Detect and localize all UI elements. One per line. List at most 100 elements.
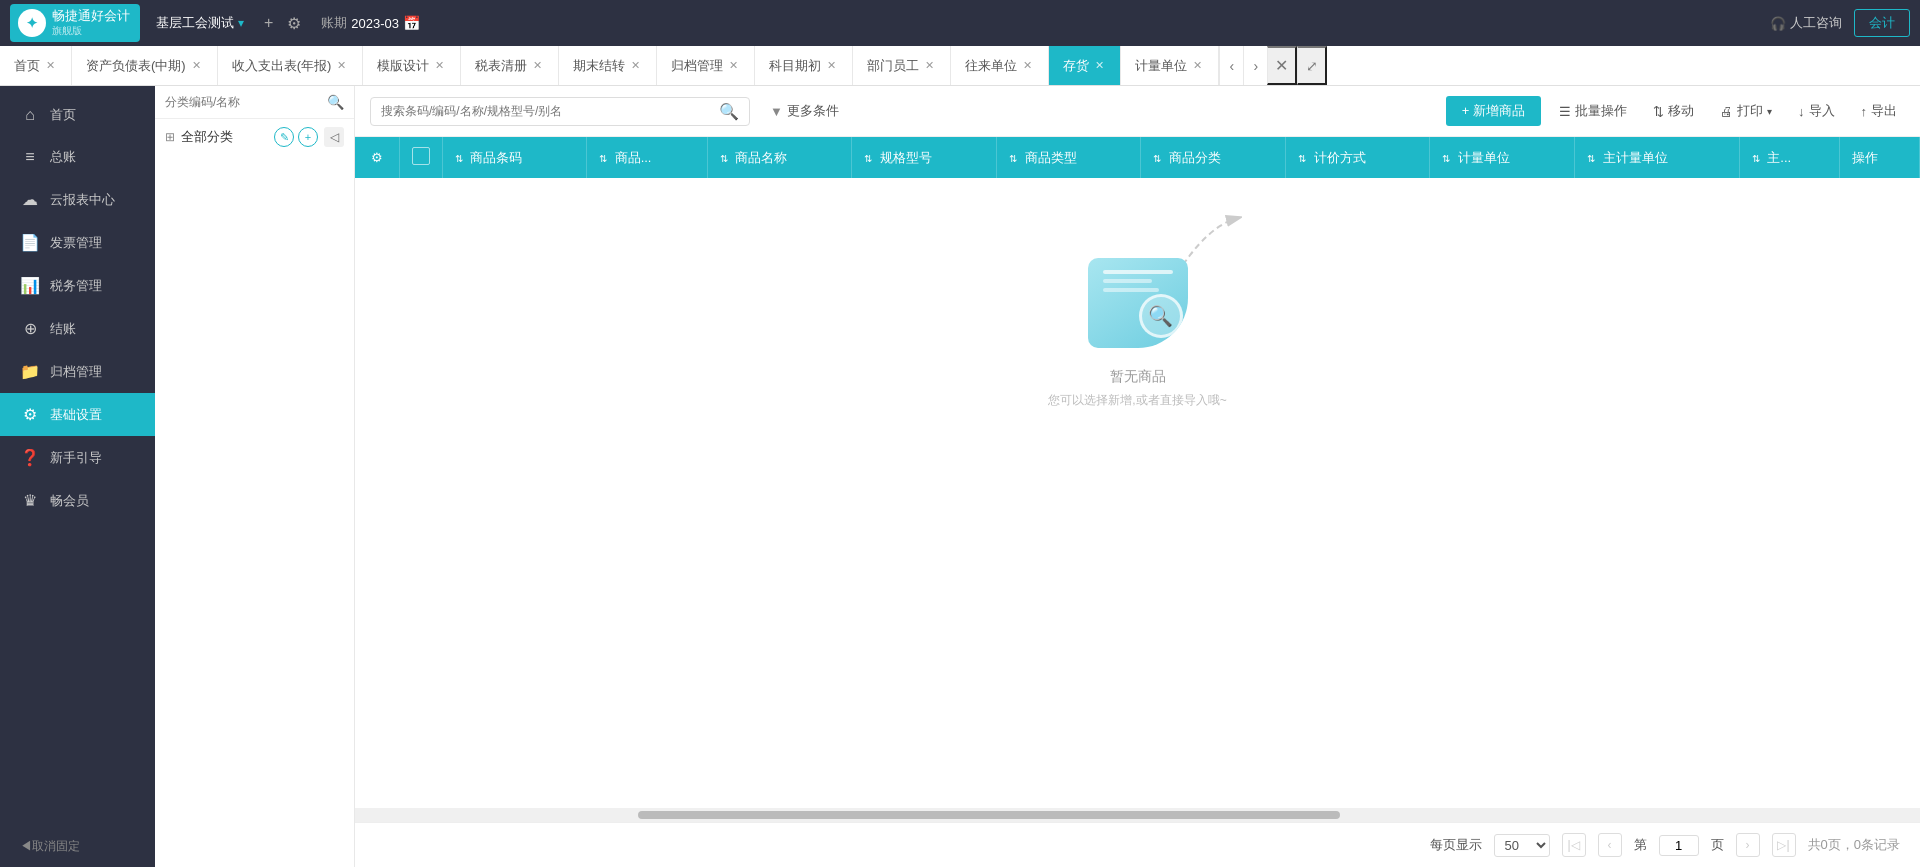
tab-close-icon[interactable]: ✕: [727, 58, 740, 73]
sidebar-item-basic-settings[interactable]: ⚙ 基础设置: [0, 393, 155, 436]
tab-close-icon[interactable]: ✕: [531, 58, 544, 73]
tab-close-icon[interactable]: ✕: [335, 58, 348, 73]
last-page-button[interactable]: ▷|: [1772, 833, 1796, 857]
sidebar-item-guide[interactable]: ❓ 新手引导: [0, 436, 155, 479]
tab-counterpart[interactable]: 往来单位 ✕: [951, 46, 1049, 85]
calendar-icon[interactable]: 📅: [403, 15, 420, 31]
tab-period-carry[interactable]: 期末结转 ✕: [559, 46, 657, 85]
tab-homepage[interactable]: 首页 ✕: [0, 46, 72, 85]
sidebar-item-cloud-reports[interactable]: ☁ 云报表中心: [0, 178, 155, 221]
tab-label: 期末结转: [573, 57, 625, 75]
tab-close-icon[interactable]: ✕: [433, 58, 446, 73]
archive-icon: 📁: [20, 362, 40, 381]
sidebar-item-tax[interactable]: 📊 税务管理: [0, 264, 155, 307]
sidebar-label: 新手引导: [50, 449, 102, 467]
tab-subject-initial[interactable]: 科目期初 ✕: [755, 46, 853, 85]
sidebar-item-closing[interactable]: ⊕ 结账: [0, 307, 155, 350]
tab-label: 收入支出表(年报): [232, 57, 332, 75]
account-button[interactable]: 会计: [1854, 9, 1910, 37]
settings-button[interactable]: ⚙: [283, 10, 305, 37]
category-search-input[interactable]: [165, 95, 321, 109]
empty-doc-icon: 🔍: [1088, 258, 1188, 348]
th-sort-icon[interactable]: ⇅: [720, 153, 728, 164]
tab-label: 资产负债表(中期): [86, 57, 186, 75]
tab-prev-button[interactable]: ‹: [1219, 46, 1243, 85]
tab-close-icon[interactable]: ✕: [44, 58, 57, 73]
tab-close-all-button[interactable]: ✕: [1267, 46, 1297, 85]
tab-template-design[interactable]: 模版设计 ✕: [363, 46, 461, 85]
sidebar-item-home[interactable]: ⌂ 首页: [0, 94, 155, 136]
sidebar-item-archive[interactable]: 📁 归档管理: [0, 350, 155, 393]
page-number-input[interactable]: [1659, 835, 1699, 856]
top-bar: ✦ 畅捷通好会计 旗舰版 基层工会测试 ▾ + ⚙ 账期 2023-03 📅 🎧…: [0, 0, 1920, 46]
sidebar-item-member[interactable]: ♛ 畅会员: [0, 479, 155, 522]
category-search-button[interactable]: 🔍: [327, 94, 344, 110]
product-search-icon[interactable]: 🔍: [719, 102, 739, 121]
batch-icon: ☰: [1559, 104, 1571, 119]
import-icon: ↓: [1798, 104, 1805, 119]
add-tab-button[interactable]: +: [260, 10, 277, 36]
tab-tax-table[interactable]: 税表清册 ✕: [461, 46, 559, 85]
sidebar-label: 首页: [50, 106, 76, 124]
tab-next-button[interactable]: ›: [1243, 46, 1267, 85]
edit-category-button[interactable]: ✎: [274, 127, 294, 147]
tab-income-statement[interactable]: 收入支出表(年报) ✕: [218, 46, 364, 85]
th-sort-icon[interactable]: ⇅: [1153, 153, 1161, 164]
tab-measurement-unit[interactable]: 计量单位 ✕: [1121, 46, 1219, 85]
tab-close-icon[interactable]: ✕: [1093, 58, 1106, 73]
tab-close-icon[interactable]: ✕: [1191, 58, 1204, 73]
scroll-thumb[interactable]: [638, 811, 1340, 819]
horizontal-scrollbar[interactable]: [355, 808, 1920, 822]
next-page-button[interactable]: ›: [1736, 833, 1760, 857]
unpin-button[interactable]: ◀取消固定: [0, 826, 155, 867]
export-button[interactable]: ↑ 导出: [1853, 98, 1906, 124]
th-sort-icon[interactable]: ⇅: [864, 153, 872, 164]
export-label: 导出: [1871, 102, 1897, 120]
main-layout: ⌂ 首页 ≡ 总账 ☁ 云报表中心 📄 发票管理 📊 税务管理 ⊕ 结账 📁 归…: [0, 86, 1920, 867]
sidebar-item-invoice[interactable]: 📄 发票管理: [0, 221, 155, 264]
app-name: 畅捷通好会计: [52, 8, 130, 24]
th-sort-icon[interactable]: ⇅: [1009, 153, 1017, 164]
tab-close-icon[interactable]: ✕: [825, 58, 838, 73]
tab-close-icon[interactable]: ✕: [923, 58, 936, 73]
product-search-input[interactable]: [381, 104, 713, 118]
th-checkbox[interactable]: [399, 137, 442, 178]
company-name: 基层工会测试: [156, 14, 234, 32]
tab-label: 部门员工: [867, 57, 919, 75]
sidebar-item-ledger[interactable]: ≡ 总账: [0, 136, 155, 178]
move-button[interactable]: ⇅ 移动: [1645, 98, 1702, 124]
th-sort-icon[interactable]: ⇅: [455, 153, 463, 164]
th-sort-icon[interactable]: ⇅: [1752, 153, 1760, 164]
add-category-button[interactable]: +: [298, 127, 318, 147]
tab-department-staff[interactable]: 部门员工 ✕: [853, 46, 951, 85]
import-button[interactable]: ↓ 导入: [1790, 98, 1843, 124]
th-unit: ⇅ 计量单位: [1430, 137, 1575, 178]
tab-close-icon[interactable]: ✕: [629, 58, 642, 73]
tab-close-icon[interactable]: ✕: [190, 58, 203, 73]
print-button[interactable]: 🖨 打印 ▾: [1712, 98, 1780, 124]
tab-balance-sheet[interactable]: 资产负债表(中期) ✕: [72, 46, 218, 85]
sidebar-label: 结账: [50, 320, 76, 338]
per-page-select[interactable]: 50 100 200: [1494, 834, 1550, 857]
unpin-label: ◀取消固定: [20, 838, 80, 855]
th-sort-icon[interactable]: ⇅: [1298, 153, 1306, 164]
th-sort-icon[interactable]: ⇅: [1587, 153, 1595, 164]
column-settings-icon[interactable]: ⚙: [371, 150, 383, 165]
category-header[interactable]: ⊞ 全部分类 ✎ + ◁: [155, 119, 354, 155]
th-settings[interactable]: ⚙: [355, 137, 399, 178]
first-page-button[interactable]: |◁: [1562, 833, 1586, 857]
tab-close-icon[interactable]: ✕: [1021, 58, 1034, 73]
th-sort-icon[interactable]: ⇅: [599, 153, 607, 164]
service-button[interactable]: 🎧 人工咨询: [1770, 14, 1842, 32]
collapse-panel-button[interactable]: ◁: [324, 127, 344, 147]
prev-page-button[interactable]: ‹: [1598, 833, 1622, 857]
add-product-button[interactable]: + 新增商品: [1446, 96, 1541, 126]
tab-inventory[interactable]: 存货 ✕: [1049, 46, 1121, 85]
filter-button[interactable]: ▼ 更多条件: [762, 98, 847, 124]
tab-archive-management[interactable]: 归档管理 ✕: [657, 46, 755, 85]
batch-operation-button[interactable]: ☰ 批量操作: [1551, 98, 1635, 124]
th-sort-icon[interactable]: ⇅: [1442, 153, 1450, 164]
select-all-checkbox[interactable]: [412, 147, 430, 165]
tab-expand-button[interactable]: ⤢: [1297, 46, 1327, 85]
company-selector[interactable]: 基层工会测试 ▾: [148, 10, 252, 36]
